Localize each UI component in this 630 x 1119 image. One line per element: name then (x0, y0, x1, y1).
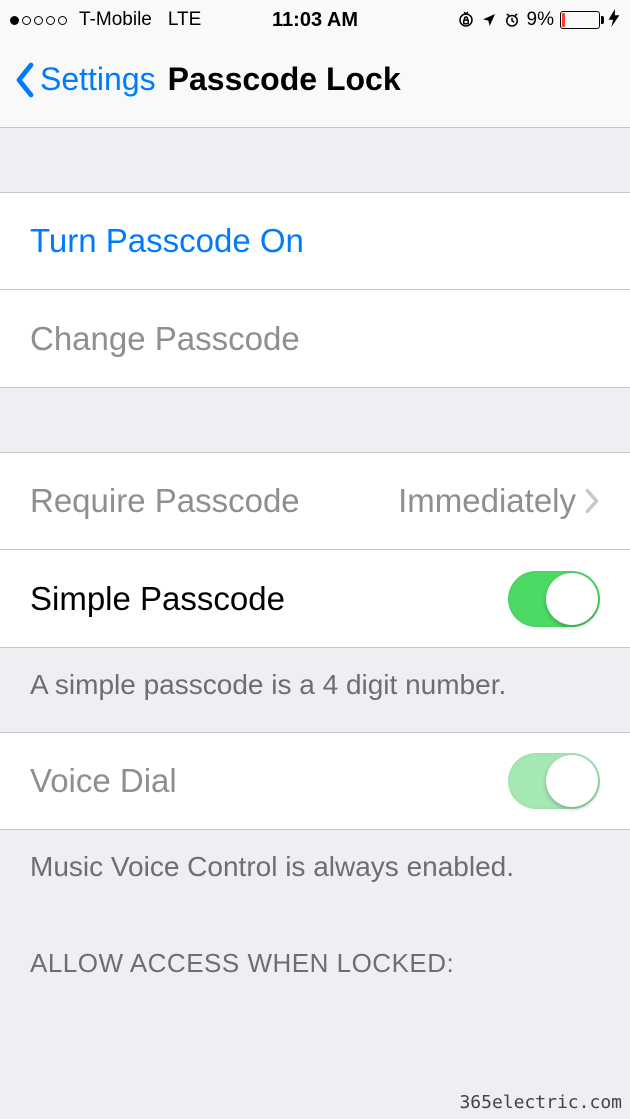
status-left: T-Mobile LTE (10, 9, 201, 31)
nav-header: Settings Passcode Lock (0, 40, 630, 128)
turn-passcode-on-button[interactable]: Turn Passcode On (0, 192, 630, 290)
section-gap (0, 128, 630, 192)
orientation-lock-icon (457, 11, 475, 29)
page-title: Passcode Lock (168, 61, 401, 98)
simple-passcode-footer: A simple passcode is a 4 digit number. (0, 648, 630, 732)
cell-label: Require Passcode (30, 482, 398, 520)
cell-label: Change Passcode (30, 320, 600, 358)
battery-icon (560, 11, 600, 29)
watermark-label: 365electric.com (459, 1092, 622, 1113)
back-button[interactable]: Settings (14, 61, 156, 98)
location-icon (481, 12, 497, 28)
chevron-left-icon (14, 62, 36, 98)
status-right: 9% (457, 9, 620, 32)
require-passcode-row[interactable]: Require Passcode Immediately (0, 452, 630, 550)
voice-dial-toggle[interactable] (508, 753, 600, 809)
status-bar: T-Mobile LTE 11:03 AM 9% (0, 0, 630, 40)
simple-passcode-row: Simple Passcode (0, 550, 630, 648)
chevron-right-icon (584, 487, 600, 515)
cell-label: Turn Passcode On (30, 222, 600, 260)
back-label: Settings (40, 61, 156, 98)
voice-dial-footer: Music Voice Control is always enabled. (0, 830, 630, 914)
voice-dial-row: Voice Dial (0, 732, 630, 830)
section-gap (0, 388, 630, 452)
cell-label: Voice Dial (30, 762, 508, 800)
change-passcode-button[interactable]: Change Passcode (0, 290, 630, 388)
charging-icon (608, 9, 620, 32)
network-label: LTE (168, 9, 201, 31)
simple-passcode-toggle[interactable] (508, 571, 600, 627)
allow-access-header: ALLOW ACCESS WHEN LOCKED: (0, 914, 630, 989)
alarm-icon (503, 11, 521, 29)
battery-percent-label: 9% (527, 9, 554, 31)
cell-label: Simple Passcode (30, 580, 508, 618)
signal-strength-icon (10, 16, 67, 25)
cell-value: Immediately (398, 482, 576, 520)
carrier-label: T-Mobile (79, 9, 152, 31)
